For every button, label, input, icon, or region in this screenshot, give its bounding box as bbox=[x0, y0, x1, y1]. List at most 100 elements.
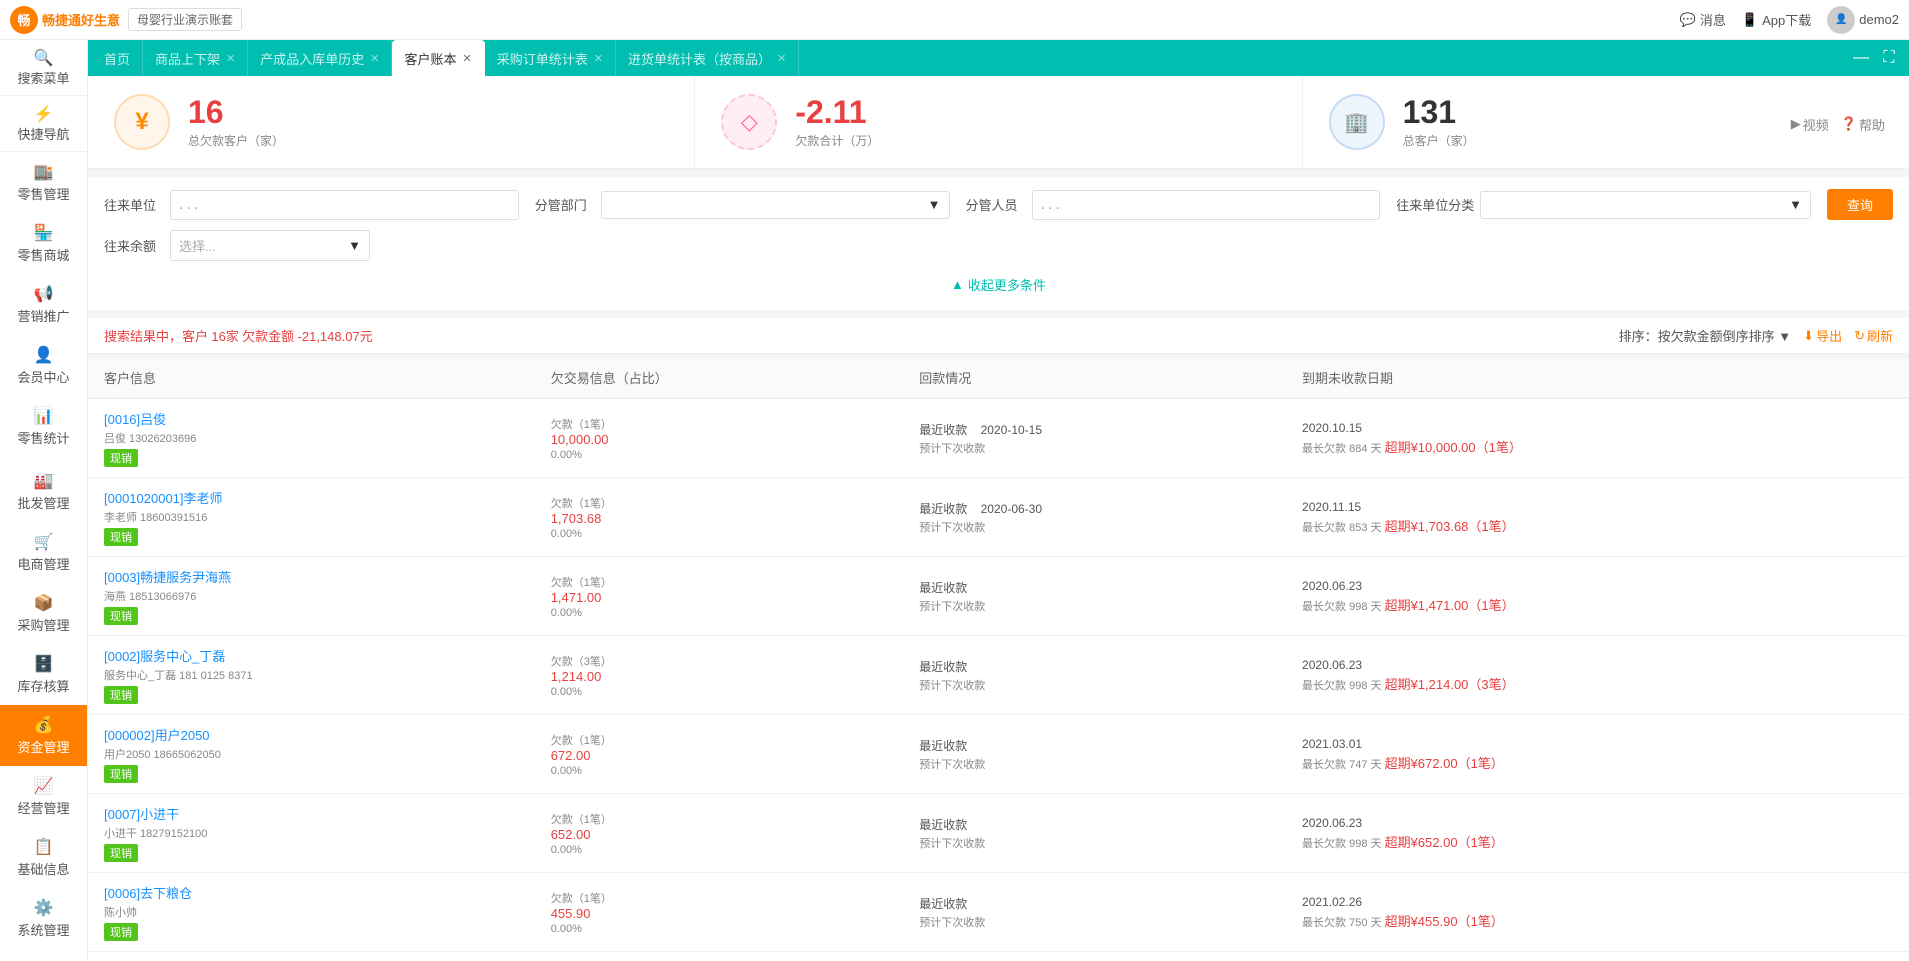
customer-name-link[interactable]: [0003]畅捷服务尹海燕 bbox=[104, 567, 519, 586]
refresh-button[interactable]: ↻ 刷新 bbox=[1854, 326, 1893, 345]
customer-name-link[interactable]: [0001020001]李老师 bbox=[104, 488, 519, 507]
sidebar-search-menu[interactable]: 🔍 搜索菜单 bbox=[0, 40, 87, 96]
customer-contact: 服务中心_丁磊 181 0125 8371 bbox=[104, 667, 519, 683]
overdue-link[interactable]: 超期¥10,000.00（1笔） bbox=[1385, 440, 1522, 455]
customer-name-link[interactable]: [000002]用户2050 bbox=[104, 725, 519, 744]
debt-amount[interactable]: 672.00 bbox=[551, 748, 888, 763]
user-profile[interactable]: 👤 demo2 bbox=[1827, 6, 1899, 34]
sidebar-item-ecommerce[interactable]: 🛒 电商管理 bbox=[0, 522, 87, 583]
tab-close-customer-account[interactable]: ✕ bbox=[463, 52, 472, 65]
filter-collapse-toggle[interactable]: ▲ 收起更多条件 bbox=[104, 271, 1893, 298]
top-bar-left: 畅 畅捷通好生意 母婴行业演示账套 bbox=[10, 6, 242, 34]
sidebar-item-basic-info[interactable]: 📋 基础信息 bbox=[0, 827, 87, 888]
overdue-link[interactable]: 超期¥455.90（1笔） bbox=[1385, 914, 1504, 929]
refresh-icon: ↻ bbox=[1854, 328, 1865, 344]
source-unit-input[interactable]: ... bbox=[170, 190, 519, 220]
tab-product-onoff[interactable]: 商品上下架 ✕ bbox=[143, 40, 248, 76]
debt-info-cell: 欠款（1笔） 1,703.68 0.00% bbox=[535, 478, 904, 557]
sidebar-item-finance[interactable]: 💰 资金管理 bbox=[0, 705, 87, 766]
tab-purchase-order[interactable]: 采购订单统计表 ✕ bbox=[485, 40, 616, 76]
table-row: [0006]去下粮仓 陈小帅 现销 欠款（1笔） 455.90 0.00% 最近… bbox=[88, 873, 1909, 952]
table-row: [0001020001]李老师 李老师 18600391516 现销 欠款（1笔… bbox=[88, 478, 1909, 557]
customer-tag: 现销 bbox=[104, 923, 138, 941]
tab-home[interactable]: 首页 bbox=[92, 40, 143, 76]
max-overdue-days: 最长欠款 853 天 超期¥1,703.68（1笔） bbox=[1302, 516, 1893, 535]
debt-percent: 0.00% bbox=[551, 686, 888, 698]
tab-close-purchase-order[interactable]: ✕ bbox=[594, 52, 603, 65]
overdue-link[interactable]: 超期¥1,214.00（3笔） bbox=[1385, 677, 1515, 692]
view-video-link[interactable]: ▶ 视频 bbox=[1791, 115, 1829, 134]
message-button[interactable]: 💬 消息 bbox=[1680, 10, 1726, 29]
sidebar-quick-nav[interactable]: ⚡ 快捷导航 bbox=[0, 96, 87, 152]
debt-amount[interactable]: 652.00 bbox=[551, 827, 888, 842]
sidebar-item-enterprise[interactable]: 🤝 企业协同 bbox=[0, 949, 87, 961]
tab-import-stats[interactable]: 进货单统计表（按商品） ✕ bbox=[616, 40, 799, 76]
customer-contact: 小进干 18279152100 bbox=[104, 825, 519, 841]
overdue-link[interactable]: 超期¥652.00（1笔） bbox=[1385, 835, 1504, 850]
overdue-link[interactable]: 超期¥1,471.00（1笔） bbox=[1385, 598, 1515, 613]
search-button[interactable]: 查询 bbox=[1827, 189, 1893, 220]
tab-produce-history[interactable]: 产成品入库单历史 ✕ bbox=[248, 40, 392, 76]
tab-customer-account[interactable]: 客户账本 ✕ bbox=[392, 40, 484, 76]
retail-stats-icon: 📊 bbox=[34, 406, 54, 426]
sidebar-item-marketing[interactable]: 📢 营销推广 bbox=[0, 274, 87, 335]
customer-info-cell: [0003]畅捷服务尹海燕 海燕 18513066976 现销 bbox=[88, 557, 535, 636]
customer-name-link[interactable]: [0006]去下粮仓 bbox=[104, 883, 519, 902]
filter-manager: 分管人员 ... bbox=[966, 190, 1381, 220]
max-overdue-days: 最长欠款 750 天 超期¥455.90（1笔） bbox=[1302, 911, 1893, 930]
tab-minimize-button[interactable]: — bbox=[1849, 46, 1873, 70]
tab-close-produce-history[interactable]: ✕ bbox=[370, 52, 379, 65]
tab-close-product-onoff[interactable]: ✕ bbox=[226, 52, 235, 65]
play-icon: ▶ bbox=[1791, 116, 1801, 132]
next-collect-label: 预计下次收款 bbox=[919, 677, 1270, 693]
basic-info-icon: 📋 bbox=[34, 837, 54, 857]
customer-tag: 现销 bbox=[104, 686, 138, 704]
table-body: [0016]吕俊 吕俊 13026203696 现销 欠款（1笔） 10,000… bbox=[88, 398, 1909, 961]
stat-info-3: 131 总客户（家） bbox=[1403, 96, 1475, 149]
debt-percent: 0.00% bbox=[551, 765, 888, 777]
customer-name-link[interactable]: [0002]服务中心_丁磊 bbox=[104, 646, 519, 665]
tab-bar-actions: — ⛶ bbox=[1845, 46, 1905, 70]
debt-amount[interactable]: 10,000.00 bbox=[551, 432, 888, 447]
overdue-link[interactable]: 超期¥672.00（1笔） bbox=[1385, 756, 1504, 771]
export-button[interactable]: ⬇ 导出 bbox=[1803, 326, 1842, 345]
debt-label: 欠款（1笔） bbox=[551, 574, 888, 590]
unit-class-select[interactable]: ▼ bbox=[1480, 191, 1811, 219]
retail-mgmt-icon: 🏬 bbox=[34, 162, 54, 182]
customer-name-link[interactable]: [0016]吕俊 bbox=[104, 409, 519, 428]
tab-maximize-button[interactable]: ⛶ bbox=[1877, 46, 1901, 70]
balance-label: 往来余额 bbox=[104, 236, 164, 255]
customer-tag: 现销 bbox=[104, 765, 138, 783]
due-date-cell: 2020.06.23 最长欠款 998 天 超期¥1,471.00（1笔） bbox=[1286, 557, 1909, 636]
sidebar-item-retail-store[interactable]: 🏪 零售商城 bbox=[0, 213, 87, 274]
sidebar-item-membership[interactable]: 👤 会员中心 bbox=[0, 335, 87, 396]
sidebar-item-retail-stats[interactable]: 📊 零售统计 bbox=[0, 396, 87, 457]
stat-value-total-customers: 131 bbox=[1403, 96, 1475, 128]
sidebar-item-inventory[interactable]: 🗄️ 库存核算 bbox=[0, 644, 87, 705]
max-overdue-days: 最长欠款 747 天 超期¥672.00（1笔） bbox=[1302, 753, 1893, 772]
sidebar-item-purchase[interactable]: 📦 采购管理 bbox=[0, 583, 87, 644]
app-download-button[interactable]: 📱 App下载 bbox=[1742, 10, 1811, 29]
customer-tag: 现销 bbox=[104, 449, 138, 467]
balance-select[interactable]: 选择... ▼ bbox=[170, 230, 370, 261]
manager-input[interactable]: ... bbox=[1032, 190, 1381, 220]
debt-amount[interactable]: 1,214.00 bbox=[551, 669, 888, 684]
customer-name-link[interactable]: [0007]小进干 bbox=[104, 804, 519, 823]
debt-amount[interactable]: 1,471.00 bbox=[551, 590, 888, 605]
last-collect-label: 最近收款 bbox=[919, 579, 1270, 596]
sidebar-item-retail-mgmt[interactable]: 🏬 零售管理 bbox=[0, 152, 87, 213]
debt-amount[interactable]: 455.90 bbox=[551, 906, 888, 921]
help-link[interactable]: ❓ 帮助 bbox=[1841, 115, 1885, 134]
debt-amount[interactable]: 1,703.68 bbox=[551, 511, 888, 526]
dept-select[interactable]: ▼ bbox=[601, 191, 950, 219]
brand-icon: 畅 bbox=[10, 6, 38, 34]
due-date-cell: 2020.06.23 最长欠款 998 天 超期¥1,214.00（3笔） bbox=[1286, 636, 1909, 715]
stat-card-debt-total: ◇ -2.11 欠款合计（万） bbox=[695, 76, 1302, 168]
sidebar-item-sys-mgmt[interactable]: ⚙️ 系统管理 bbox=[0, 888, 87, 949]
enterprise-name[interactable]: 母婴行业演示账套 bbox=[128, 8, 242, 31]
overdue-link[interactable]: 超期¥1,703.68（1笔） bbox=[1385, 519, 1515, 534]
sidebar-item-ops[interactable]: 📈 经营管理 bbox=[0, 766, 87, 827]
collect-status-cell: 最近收款 预计下次收款 bbox=[903, 794, 1286, 873]
sidebar-item-batch-mgmt[interactable]: 🏭 批发管理 bbox=[0, 461, 87, 522]
tab-close-import-stats[interactable]: ✕ bbox=[777, 52, 786, 65]
